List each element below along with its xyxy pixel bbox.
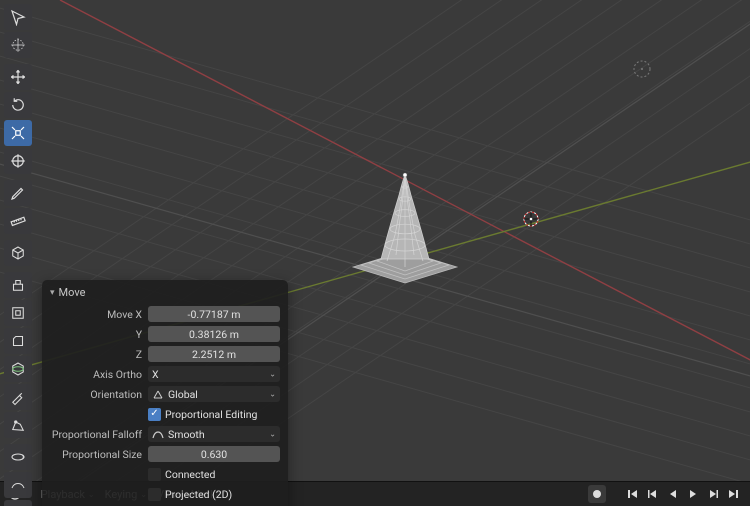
move-z-field[interactable]: 2.2512 m bbox=[148, 346, 280, 362]
move-z-label: Z bbox=[50, 348, 148, 361]
move-y-field[interactable]: 0.38126 m bbox=[148, 326, 280, 342]
prop-falloff-label: Proportional Falloff bbox=[50, 428, 148, 441]
operator-panel-header[interactable]: ▾ Move bbox=[50, 286, 280, 299]
projected-checkbox[interactable] bbox=[148, 488, 161, 501]
prop-falloff-value: Smooth bbox=[168, 428, 205, 441]
axis-ortho-label: Axis Ortho bbox=[50, 368, 148, 381]
loopcut-tool[interactable] bbox=[4, 356, 32, 382]
prop-falloff-select[interactable]: Smooth ⌄ bbox=[148, 426, 280, 442]
knife-tool[interactable] bbox=[4, 384, 32, 410]
axis-ortho-value: X bbox=[152, 368, 159, 381]
axis-ortho-select[interactable]: X ⌄ bbox=[148, 366, 280, 382]
jump-to-start-button[interactable] bbox=[624, 485, 642, 503]
play-button[interactable] bbox=[684, 485, 702, 503]
move-y-label: Y bbox=[50, 328, 148, 341]
spin-tool[interactable] bbox=[4, 444, 32, 470]
falloff-smooth-icon bbox=[152, 428, 164, 440]
auto-keying-toggle[interactable] bbox=[588, 485, 606, 503]
chevron-down-icon: ⌄ bbox=[269, 370, 276, 379]
move-tool[interactable] bbox=[4, 64, 32, 90]
chevron-down-icon: ▾ bbox=[50, 288, 55, 298]
operator-title: Move bbox=[59, 286, 86, 299]
rotate-tool[interactable] bbox=[4, 92, 32, 118]
extrude-tool[interactable] bbox=[4, 272, 32, 298]
cursor-3d-icon bbox=[522, 210, 540, 228]
connected-checkbox[interactable] bbox=[148, 468, 161, 481]
tool-shelf bbox=[4, 4, 34, 506]
operator-panel: ▾ Move Move X -0.77187 m Y 0.38126 m Z 2… bbox=[42, 280, 288, 506]
cursor-tool[interactable] bbox=[4, 32, 32, 58]
transform-tool[interactable] bbox=[4, 148, 32, 174]
tweak-select-tool[interactable] bbox=[4, 4, 32, 30]
add-cube-tool[interactable] bbox=[4, 240, 32, 266]
bevel-tool[interactable] bbox=[4, 328, 32, 354]
chevron-down-icon: ⌄ bbox=[269, 430, 276, 439]
prop-editing-label: Proportional Editing bbox=[165, 408, 257, 421]
empty-object-icon bbox=[630, 57, 654, 81]
chevron-down-icon: ⌄ bbox=[269, 390, 276, 399]
next-keyframe-button[interactable] bbox=[704, 485, 722, 503]
annotate-tool[interactable] bbox=[4, 180, 32, 206]
scale-tool[interactable] bbox=[4, 120, 32, 146]
play-reverse-button[interactable] bbox=[664, 485, 682, 503]
measure-tool[interactable] bbox=[4, 208, 32, 234]
edge-slide-tool[interactable] bbox=[4, 500, 32, 506]
move-x-field[interactable]: -0.77187 m bbox=[148, 306, 280, 322]
orientation-value: Global bbox=[168, 388, 198, 401]
projected-label: Projected (2D) bbox=[165, 488, 232, 501]
prev-keyframe-button[interactable] bbox=[644, 485, 662, 503]
inset-tool[interactable] bbox=[4, 300, 32, 326]
playback-controls bbox=[624, 485, 742, 503]
orientation-label: Orientation bbox=[50, 388, 148, 401]
prop-editing-checkbox[interactable] bbox=[148, 408, 161, 421]
orientation-select[interactable]: Global ⌄ bbox=[148, 386, 280, 402]
smooth-tool[interactable] bbox=[4, 472, 32, 498]
prop-size-label: Proportional Size bbox=[50, 448, 148, 461]
prop-size-field[interactable]: 0.630 bbox=[148, 446, 280, 462]
axis-icon bbox=[152, 388, 164, 400]
record-icon bbox=[593, 490, 601, 498]
polybuild-tool[interactable] bbox=[4, 412, 32, 438]
connected-label: Connected bbox=[165, 468, 215, 481]
jump-to-end-button[interactable] bbox=[724, 485, 742, 503]
move-x-label: Move X bbox=[50, 308, 148, 321]
